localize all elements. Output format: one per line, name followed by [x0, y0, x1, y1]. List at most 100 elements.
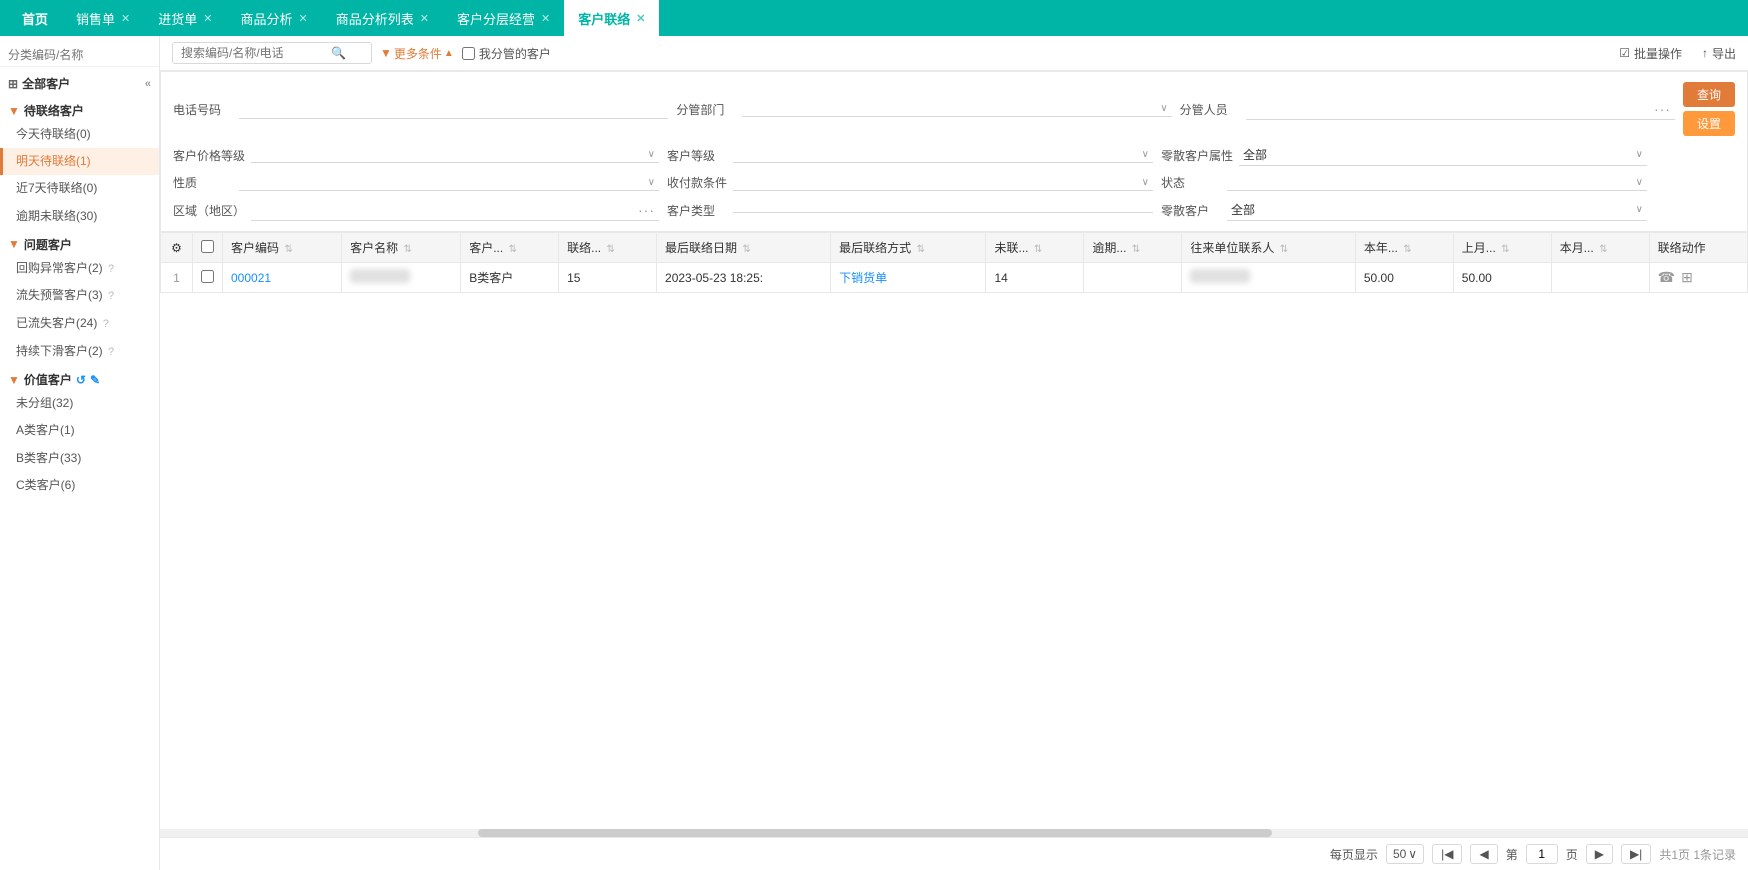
- filter-dept-select[interactable]: ∨: [742, 101, 1171, 117]
- page-size-select[interactable]: 50 ∨: [1386, 844, 1424, 864]
- all-customers-header[interactable]: ⊞ 全部客户 «: [0, 71, 159, 96]
- th-not-contacted[interactable]: 未联... ⇅: [986, 233, 1084, 263]
- th-overdue[interactable]: 逾期... ⇅: [1084, 233, 1182, 263]
- th-this-month[interactable]: 本月... ⇅: [1551, 233, 1649, 263]
- sidebar-item-class-a[interactable]: A类客户(1): [0, 417, 159, 444]
- sidebar-item-overdue[interactable]: 逾期未联络(30): [0, 203, 159, 230]
- filter-search-icon[interactable]: 🔍: [331, 46, 346, 60]
- filter-dept: 分管部门 ∨: [676, 101, 1171, 118]
- sidebar-item-churned[interactable]: 已流失客户(24) ?: [0, 310, 159, 338]
- nav-customer-contact[interactable]: 客户联络 ✕: [564, 0, 659, 36]
- refresh-value-icon[interactable]: ↺: [76, 373, 86, 387]
- close-purchase-icon[interactable]: ✕: [203, 12, 212, 25]
- th-gear[interactable]: ⚙: [161, 233, 193, 263]
- my-customers-checkbox-label[interactable]: 我分管的客户: [462, 45, 551, 62]
- filter-region: 区域（地区） ···: [173, 200, 659, 221]
- scrollbar-thumb[interactable]: [478, 829, 1272, 837]
- close-goods-analysis-list-icon[interactable]: ✕: [420, 12, 429, 25]
- filter-payment: 收付款条件 ∨: [667, 174, 1153, 191]
- sidebar-item-class-b[interactable]: B类客户(33): [0, 445, 159, 472]
- status-arrow-icon: ∨: [1636, 177, 1643, 188]
- filter-row-1: 电话号码 分管部门 ∨ 分管人员 ··· 查询 设置: [173, 82, 1735, 136]
- help-icon-3: ?: [108, 346, 114, 358]
- close-customer-segment-icon[interactable]: ✕: [541, 12, 550, 25]
- sidebar-search-input[interactable]: [8, 48, 160, 62]
- nav-goods-analysis-list[interactable]: 商品分析列表 ✕: [322, 0, 443, 36]
- nav-home[interactable]: 首页: [8, 0, 62, 36]
- query-btn[interactable]: 查询: [1683, 82, 1735, 107]
- set-btn[interactable]: 设置: [1683, 111, 1735, 136]
- nav-purchase[interactable]: 进货单 ✕: [144, 0, 226, 36]
- th-partner-contact[interactable]: 往来单位联系人 ⇅: [1182, 233, 1356, 263]
- filter-manager: 分管人员 ···: [1180, 99, 1675, 120]
- filter-customer-level-select[interactable]: ∨: [733, 147, 1153, 163]
- edit-value-icon[interactable]: ✎: [90, 373, 100, 387]
- nav-customer-segment[interactable]: 客户分层经营 ✕: [443, 0, 564, 36]
- filter-price-level-select[interactable]: ∨: [251, 147, 659, 163]
- row-num: 1: [161, 263, 193, 293]
- th-checkbox[interactable]: [193, 233, 223, 263]
- sidebar-item-repurchase-abnormal[interactable]: 回购异常客户(2) ?: [0, 255, 159, 283]
- close-customer-contact-icon[interactable]: ✕: [636, 12, 645, 25]
- filter-customer-type-select[interactable]: [733, 208, 1153, 213]
- th-last-contact-date[interactable]: 最后联络日期 ⇅: [657, 233, 831, 263]
- help-icon-2: ?: [103, 318, 109, 330]
- contact-action-icon-1[interactable]: ☎: [1658, 269, 1675, 286]
- th-contact-count[interactable]: 联络... ⇅: [559, 233, 657, 263]
- close-goods-analysis-icon[interactable]: ✕: [299, 12, 308, 25]
- my-customers-checkbox[interactable]: [462, 47, 475, 60]
- prev-page-btn[interactable]: ◀: [1470, 844, 1497, 864]
- th-last-contact-method[interactable]: 最后联络方式 ⇅: [831, 233, 986, 263]
- sort-notcontact-icon: ⇅: [1034, 244, 1042, 255]
- nav-goods-analysis[interactable]: 商品分析 ✕: [226, 0, 321, 36]
- filter-manager-select[interactable]: ···: [1246, 99, 1675, 120]
- customer-table: ⚙ 客户编码 ⇅ 客户名称 ⇅ 客户...: [160, 232, 1748, 293]
- page-number-input[interactable]: [1526, 844, 1558, 864]
- export-btn[interactable]: ↑ 导出: [1702, 45, 1736, 62]
- th-this-year[interactable]: 本年... ⇅: [1355, 233, 1453, 263]
- last-page-btn[interactable]: ▶|: [1621, 844, 1651, 864]
- row-last-contact-date: 2023-05-23 18:25:: [657, 263, 831, 293]
- select-all-checkbox[interactable]: [201, 240, 214, 253]
- row-code[interactable]: 000021: [223, 263, 342, 293]
- filter-status-select[interactable]: ∨: [1227, 175, 1647, 191]
- sort-name-icon: ⇅: [403, 244, 411, 255]
- first-page-btn[interactable]: |◀: [1432, 844, 1462, 864]
- sidebar-item-ungrouped[interactable]: 未分组(32): [0, 390, 159, 417]
- payment-arrow-icon: ∨: [1142, 177, 1149, 188]
- region-dots-icon: ···: [638, 202, 655, 218]
- next-page-btn[interactable]: ▶: [1586, 844, 1613, 864]
- sidebar-item-week7[interactable]: 近7天待联络(0): [0, 175, 159, 202]
- filter-phone-input[interactable]: [239, 100, 668, 119]
- th-customer-type[interactable]: 客户... ⇅: [461, 233, 559, 263]
- sort-date-icon: ⇅: [742, 244, 750, 255]
- nav-sales[interactable]: 销售单 ✕: [62, 0, 144, 36]
- filter-payment-select[interactable]: ∨: [733, 175, 1153, 191]
- sidebar-item-declining[interactable]: 持续下滑客户(2) ?: [0, 338, 159, 366]
- row-select-checkbox[interactable]: [201, 270, 214, 283]
- horizontal-scrollbar[interactable]: [160, 829, 1748, 837]
- sidebar-item-class-c[interactable]: C类客户(6): [0, 472, 159, 499]
- table-header-row: ⚙ 客户编码 ⇅ 客户名称 ⇅ 客户...: [161, 233, 1748, 263]
- more-conditions-btn[interactable]: ▼ 更多条件 ▲: [380, 45, 454, 62]
- sort-thismonth-icon: ⇅: [1599, 244, 1607, 255]
- problem-group: ▼ 问题客户: [0, 230, 159, 255]
- filter-region-select[interactable]: ···: [251, 200, 659, 221]
- filter-scatter-customer-select[interactable]: 全部 ∨: [1227, 199, 1647, 221]
- filter-nature: 性质 ∨: [173, 174, 659, 191]
- sidebar-item-today[interactable]: 今天待联络(0): [0, 121, 159, 148]
- contact-action-icon-2[interactable]: ⊞: [1681, 269, 1693, 286]
- row-last-contact-method[interactable]: 下销货单: [831, 263, 986, 293]
- th-last-month[interactable]: 上月... ⇅: [1453, 233, 1551, 263]
- batch-operation-btn[interactable]: ☑ 批量操作: [1619, 45, 1682, 62]
- filter-nature-select[interactable]: ∨: [239, 175, 659, 191]
- th-code[interactable]: 客户编码 ⇅: [223, 233, 342, 263]
- filter-scatter-attr-select[interactable]: 全部 ∨: [1239, 144, 1647, 166]
- sidebar-item-tomorrow[interactable]: 明天待联络(1): [0, 148, 159, 175]
- row-checkbox[interactable]: [193, 263, 223, 293]
- th-name[interactable]: 客户名称 ⇅: [342, 233, 461, 263]
- search-input[interactable]: [181, 46, 331, 60]
- close-sales-icon[interactable]: ✕: [121, 12, 130, 25]
- sidebar-item-churn-warning[interactable]: 流失预警客户(3) ?: [0, 282, 159, 310]
- row-customer-type: B类客户: [461, 263, 559, 293]
